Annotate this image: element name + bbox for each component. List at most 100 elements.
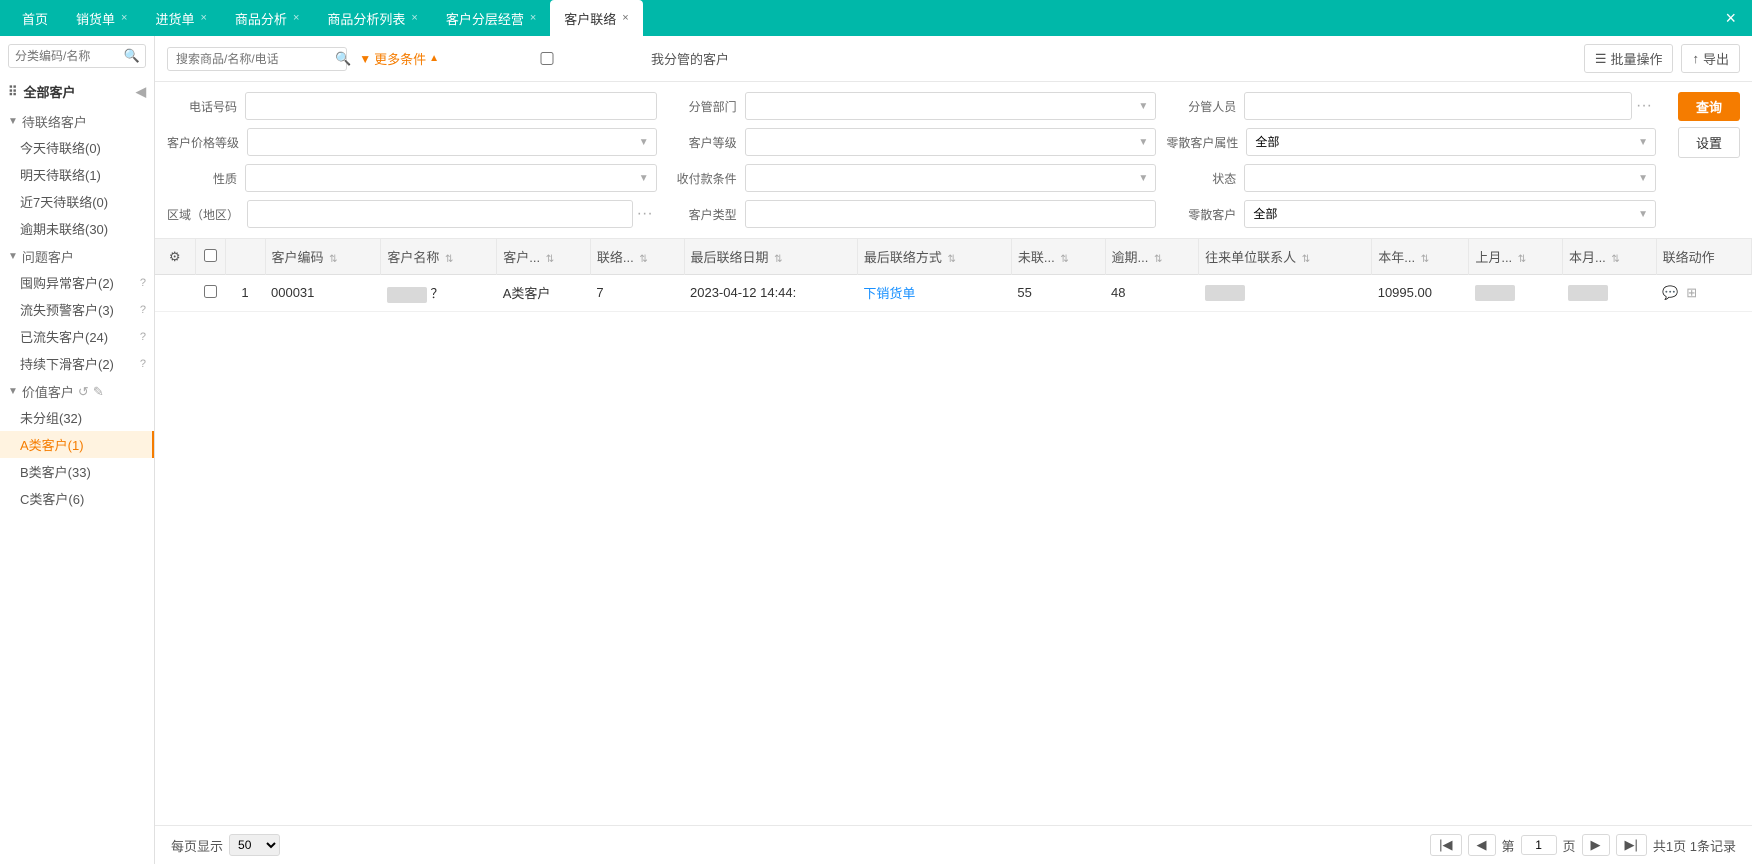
close-icon[interactable]: ×: [293, 12, 299, 24]
close-all-button[interactable]: ×: [1717, 8, 1744, 29]
search-input[interactable]: [167, 47, 347, 71]
dept-select-wrap: ▼: [745, 92, 1157, 120]
close-icon[interactable]: ×: [121, 12, 127, 24]
sidebar-item-today[interactable]: 今天待联络(0): [0, 134, 154, 161]
batch-icon: ☰: [1595, 51, 1607, 67]
sidebar-item-declining[interactable]: 持续下滑客户(2) ?: [0, 350, 154, 377]
help-icon: ?: [140, 358, 146, 370]
refresh-icon[interactable]: ↺: [78, 384, 89, 400]
main-layout: 🔍 ⠿ 全部客户 ◀ ▼ 待联络客户 今天待联络(0) 明天待联络(1) 近7天…: [0, 36, 1752, 864]
sort-icon: ⇅: [445, 254, 453, 265]
export-button[interactable]: ↑ 导出: [1681, 44, 1740, 73]
row-uncontacted: 55: [1011, 275, 1105, 312]
row-last-month: [1469, 275, 1563, 312]
filter-row-4: 区域（地区） ··· 客户类型 零散客户 全部: [167, 200, 1656, 228]
close-icon[interactable]: ×: [411, 12, 417, 24]
customer-type-input[interactable]: [745, 200, 1157, 228]
col-this-year: 本年... ⇅: [1372, 239, 1469, 275]
nav-tab-analysis-list[interactable]: 商品分析列表 ×: [313, 0, 431, 36]
col-last-method: 最后联络方式 ⇅: [857, 239, 1011, 275]
dept-select[interactable]: [745, 92, 1157, 120]
filter-more-btn[interactable]: ▼ 更多条件 ▲: [359, 49, 439, 68]
nature-select[interactable]: [245, 164, 657, 192]
retail-customer-label: 零散客户: [1166, 206, 1236, 223]
sidebar-item-overdue[interactable]: 逾期未联络(30): [0, 215, 154, 242]
next-page-btn[interactable]: ▶: [1582, 834, 1610, 856]
help-icon: ?: [140, 277, 146, 289]
edit-icon[interactable]: ✎: [93, 384, 104, 400]
sidebar-item-tomorrow[interactable]: 明天待联络(1): [0, 161, 154, 188]
more-btn-person[interactable]: ···: [1632, 97, 1656, 115]
status-wrap: ▼: [1244, 164, 1656, 192]
col-settings[interactable]: ⚙: [155, 239, 195, 275]
per-page-controls: 每页显示 50 100 200: [171, 834, 280, 856]
sidebar-item-b-class[interactable]: B类客户(33): [0, 458, 154, 485]
batch-op-button[interactable]: ☰ 批量操作: [1584, 44, 1674, 73]
sort-icon: ⇅: [1154, 254, 1162, 265]
person-label: 分管人员: [1166, 98, 1236, 115]
last-method-link[interactable]: 下销货单: [863, 286, 915, 301]
payment-wrap: ▼: [745, 164, 1157, 192]
col-contact2: 往来单位联系人 ⇅: [1199, 239, 1372, 275]
filter-row-2: 客户价格等级 ▼ 客户等级 ▼: [167, 128, 1656, 156]
sidebar-item-churned[interactable]: 已流失客户(24) ?: [0, 323, 154, 350]
retail-attr-select[interactable]: 全部: [1246, 128, 1656, 156]
status-select[interactable]: [1244, 164, 1656, 192]
sidebar-item-ungroup[interactable]: 未分组(32): [0, 404, 154, 431]
col-code: 客户编码 ⇅: [265, 239, 381, 275]
customer-level-wrap: ▼: [745, 128, 1157, 156]
my-customers-check[interactable]: [447, 52, 647, 65]
nav-tab-analysis[interactable]: 商品分析 ×: [221, 0, 313, 36]
sort-icon: ⇅: [1302, 254, 1310, 265]
row-checkbox: [195, 275, 225, 312]
retail-attr-wrap: 全部 ▼: [1246, 128, 1656, 156]
sidebar-header: ⠿ 全部客户 ◀: [0, 76, 154, 107]
chat-icon[interactable]: 💬: [1662, 285, 1678, 301]
export-icon: ↑: [1692, 51, 1699, 66]
customer-level-select[interactable]: [745, 128, 1157, 156]
collapse-icon[interactable]: ◀: [136, 84, 146, 100]
sidebar-item-7days[interactable]: 近7天待联络(0): [0, 188, 154, 215]
filter-person: 分管人员 ···: [1166, 92, 1656, 120]
sidebar-item-c-class[interactable]: C类客户(6): [0, 485, 154, 512]
nav-tab-customer-mgr[interactable]: 客户分层经营 ×: [432, 0, 550, 36]
sidebar: 🔍 ⠿ 全部客户 ◀ ▼ 待联络客户 今天待联络(0) 明天待联络(1) 近7天…: [0, 36, 155, 864]
select-all-checkbox[interactable]: [204, 249, 217, 262]
col-contact: 联络... ⇅: [590, 239, 684, 275]
close-icon[interactable]: ×: [200, 12, 206, 24]
per-page-select[interactable]: 50 100 200: [229, 834, 280, 856]
query-button[interactable]: 查询: [1678, 92, 1740, 121]
qr-icon[interactable]: ⊞: [1686, 285, 1697, 301]
arrow-icon: ▼: [8, 386, 18, 397]
more-btn-region[interactable]: ···: [633, 205, 657, 223]
col-name: 客户名称 ⇅: [381, 239, 497, 275]
phone-input[interactable]: [245, 92, 657, 120]
region-input[interactable]: [247, 200, 633, 228]
nature-label: 性质: [167, 170, 237, 187]
retail-customer-select[interactable]: 全部: [1244, 200, 1656, 228]
sidebar-item-churn-risk[interactable]: 流失预警客户(3) ?: [0, 296, 154, 323]
close-icon[interactable]: ×: [530, 12, 536, 24]
sort-icon: ⇅: [639, 254, 647, 265]
nav-tab-customer-contact[interactable]: 客户联络 ×: [550, 0, 642, 36]
sidebar-item-a-class[interactable]: A类客户(1): [0, 431, 154, 458]
settings-button[interactable]: 设置: [1678, 127, 1740, 158]
first-page-btn[interactable]: |◀: [1430, 834, 1461, 856]
nav-tab-sales[interactable]: 销货单 ×: [62, 0, 141, 36]
nav-tab-purchase[interactable]: 进货单 ×: [141, 0, 220, 36]
payment-select[interactable]: [745, 164, 1157, 192]
row-check[interactable]: [204, 285, 217, 298]
prev-page-btn[interactable]: ◀: [1468, 834, 1496, 856]
filter-price-level: 客户价格等级 ▼: [167, 128, 657, 156]
person-input[interactable]: [1244, 92, 1632, 120]
filter-actions: ☰ 批量操作 ↑ 导出: [1584, 44, 1740, 73]
my-customers-checkbox[interactable]: 我分管的客户: [447, 49, 729, 68]
nav-tab-home[interactable]: 首页: [8, 0, 62, 36]
filter-icon: ▼: [359, 52, 371, 66]
last-page-btn[interactable]: ▶|: [1616, 834, 1647, 856]
price-level-select[interactable]: [247, 128, 657, 156]
page-input[interactable]: [1521, 835, 1557, 855]
sidebar-item-hoarding[interactable]: 囤购异常客户(2) ?: [0, 269, 154, 296]
close-icon[interactable]: ×: [622, 12, 628, 24]
filter-bar: 🔍 ▼ 更多条件 ▲ 我分管的客户 ☰ 批量操作 ↑ 导出: [155, 36, 1752, 82]
